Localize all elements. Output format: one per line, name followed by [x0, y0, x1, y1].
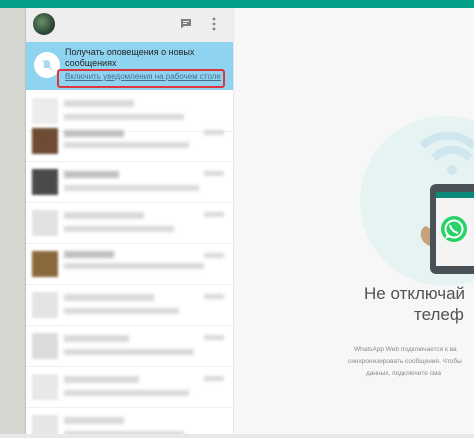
chat-avatar — [32, 251, 58, 277]
notification-title: Получать оповещения о новых сообщениях — [65, 47, 195, 68]
chat-preview-placeholder — [64, 226, 174, 232]
chat-name-placeholder — [64, 100, 134, 107]
chat-row[interactable] — [26, 202, 233, 244]
chat-name-placeholder — [64, 335, 129, 342]
side-header — [26, 8, 233, 42]
chat-preview-placeholder — [64, 308, 179, 314]
profile-avatar[interactable] — [33, 13, 55, 35]
chat-row[interactable] — [26, 325, 233, 367]
chat-time-placeholder — [204, 335, 224, 340]
chat-preview-placeholder — [64, 390, 189, 396]
intro-title-line1: Не отключай — [364, 284, 466, 303]
top-accent-bar — [0, 0, 474, 8]
chat-name-placeholder — [64, 294, 154, 301]
chat-time-placeholder — [204, 171, 224, 176]
intro-title-line2: телеф — [414, 305, 464, 324]
chat-avatar — [32, 169, 58, 195]
intro-pane: Не отключай телеф WhatsApp Web подключае… — [234, 8, 474, 438]
chat-row[interactable] — [26, 366, 233, 408]
chat-preview-placeholder — [64, 349, 194, 355]
chat-preview-placeholder — [64, 263, 204, 269]
chat-avatar — [32, 374, 58, 400]
chat-name-placeholder — [64, 130, 124, 137]
chat-name-placeholder — [64, 376, 139, 383]
whatsapp-web-window: Получать оповещения о новых сообщениях В… — [26, 8, 474, 438]
desktop-notification-banner[interactable]: Получать оповещения о новых сообщениях В… — [26, 42, 233, 90]
chat-list-pane: Получать оповещения о новых сообщениях В… — [26, 8, 234, 438]
chat-name-placeholder — [64, 417, 124, 424]
chat-time-placeholder — [204, 212, 224, 217]
new-chat-icon[interactable] — [180, 18, 192, 29]
intro-description: WhatsApp Web подключается к ва синхрониз… — [344, 344, 462, 380]
chat-row[interactable] — [26, 120, 233, 162]
chat-time-placeholder — [204, 130, 224, 135]
highlight-box — [57, 69, 225, 88]
chat-avatar — [32, 210, 58, 236]
phone-illustration — [419, 131, 474, 274]
chat-row[interactable] — [26, 284, 233, 326]
more-vertical-icon[interactable] — [212, 17, 216, 31]
chat-avatar — [32, 333, 58, 359]
chat-time-placeholder — [204, 294, 224, 299]
chat-time-placeholder — [204, 376, 224, 381]
window-bottom-edge — [0, 434, 474, 438]
chat-avatar — [32, 292, 58, 318]
chat-avatar — [32, 128, 58, 154]
intro-desc-line3: данных, подключите сма — [366, 370, 442, 377]
chat-row[interactable] — [26, 161, 233, 203]
intro-desc-line1: WhatsApp Web подключается к ва — [354, 346, 457, 353]
chat-name-placeholder — [64, 251, 114, 258]
chat-preview-placeholder — [64, 185, 199, 191]
whatsapp-logo-icon — [441, 216, 467, 242]
chat-name-placeholder — [64, 171, 119, 178]
intro-desc-line2: синхронизировать сообщения. Чтобы — [348, 358, 462, 365]
chat-row[interactable] — [26, 243, 233, 285]
chat-name-placeholder — [64, 212, 144, 219]
chat-time-placeholder — [204, 253, 224, 258]
chat-preview-placeholder — [64, 142, 189, 148]
